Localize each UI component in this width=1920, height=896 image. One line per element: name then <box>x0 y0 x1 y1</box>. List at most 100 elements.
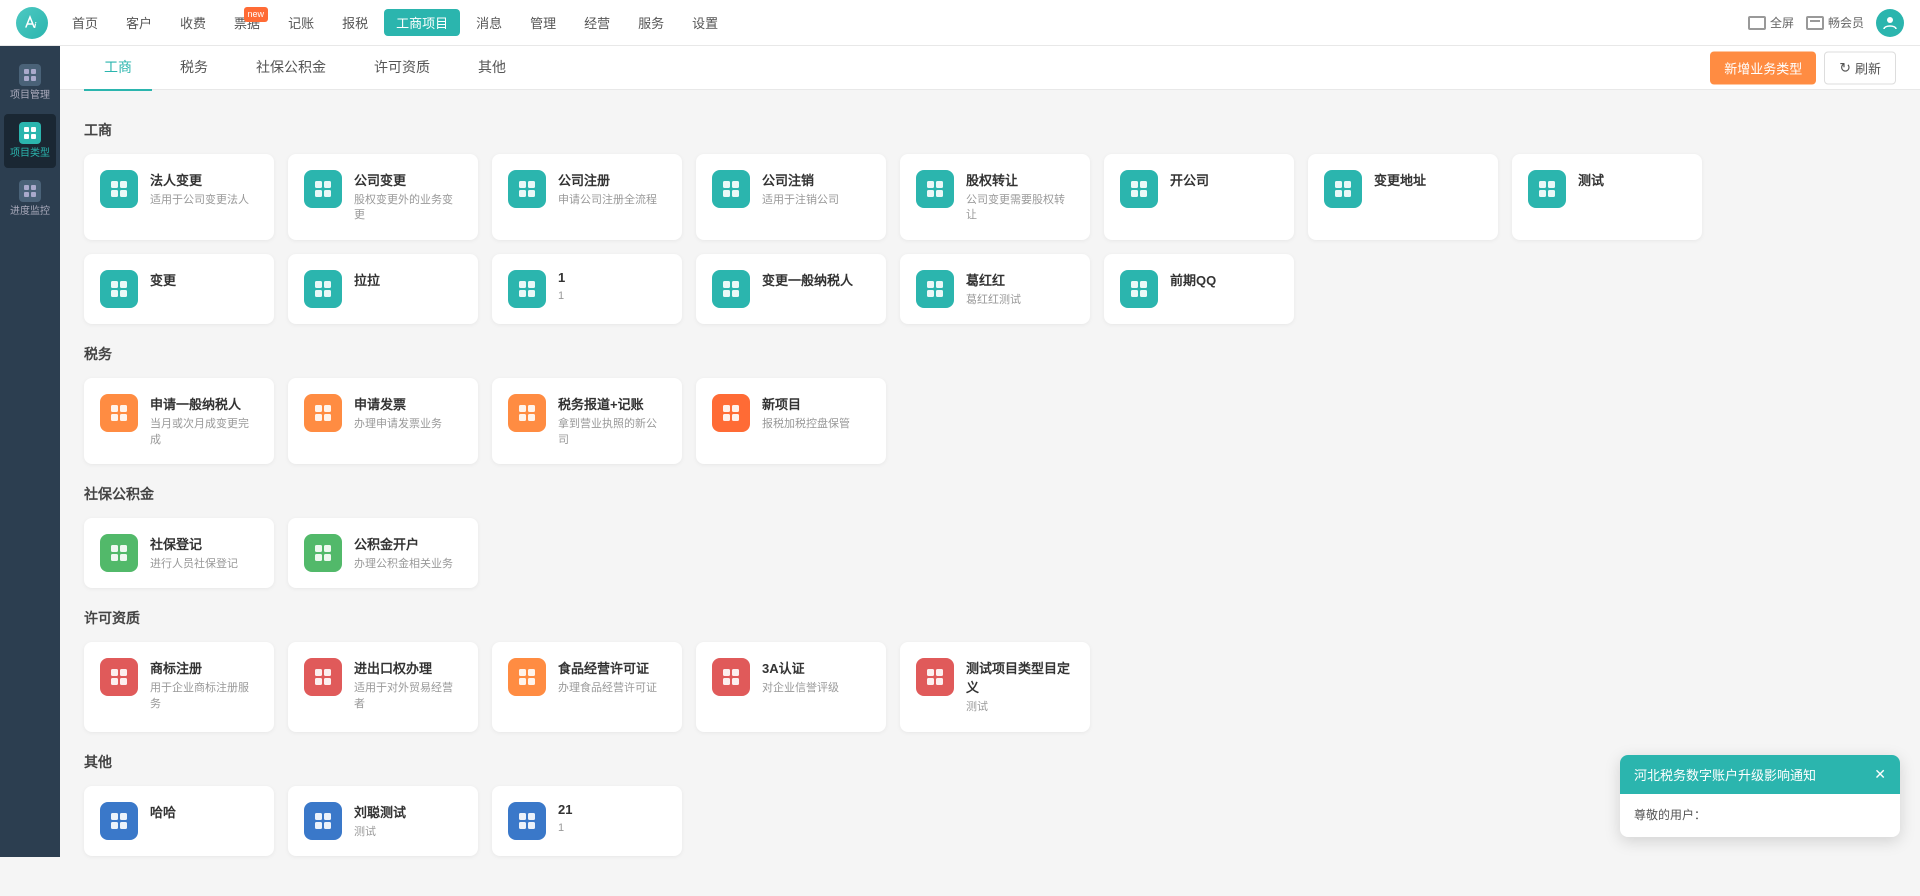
card-变更[interactable]: 变更 <box>84 254 274 324</box>
card-公积金开户[interactable]: 公积金开户办理公积金相关业务 <box>288 518 478 588</box>
subtab-社保公积金[interactable]: 社保公积金 <box>236 45 346 91</box>
card-公司注销[interactable]: 公司注销适用于注销公司 <box>696 154 886 240</box>
card-21[interactable]: 211 <box>492 786 682 856</box>
card-进出口权办理[interactable]: 进出口权办理适用于对外贸易经营者 <box>288 642 478 731</box>
card-title: 法人变更 <box>150 170 258 189</box>
nav-item-首页[interactable]: 首页 <box>60 9 110 36</box>
card-desc: 1 <box>558 289 666 304</box>
card-text: 刘聪测试测试 <box>354 802 462 840</box>
new-type-button[interactable]: 新增业务类型 <box>1710 51 1816 84</box>
card-商标注册[interactable]: 商标注册用于企业商标注册服务 <box>84 642 274 731</box>
card-测试项目类型目定义[interactable]: 测试项目类型目定义测试 <box>900 642 1090 731</box>
sidebar-item-label: 进度监控 <box>10 206 50 218</box>
card-icon <box>508 270 546 308</box>
card-title: 3A认证 <box>762 658 870 677</box>
nav-item-记账[interactable]: 记账 <box>276 9 326 36</box>
card-测试[interactable]: 测试 <box>1512 154 1702 240</box>
nav-item-报税[interactable]: 报税 <box>330 9 380 36</box>
card-title: 申请发票 <box>354 394 462 413</box>
card-icon <box>100 802 138 840</box>
card-税务报道+记账[interactable]: 税务报道+记账拿到营业执照的新公司 <box>492 378 682 464</box>
card-text: 211 <box>558 802 666 836</box>
nav-item-收费[interactable]: 收费 <box>168 9 218 36</box>
card-法人变更[interactable]: 法人变更适用于公司变更法人 <box>84 154 274 240</box>
card-text: 拉拉 <box>354 270 462 293</box>
member-button[interactable]: 畅会员 <box>1806 14 1864 31</box>
refresh-label: 刷新 <box>1855 58 1881 77</box>
card-icon <box>916 270 954 308</box>
card-icon <box>1120 270 1158 308</box>
card-icon <box>304 534 342 572</box>
card-desc: 测试 <box>966 700 1074 715</box>
nav-menu: 首页客户收费票据new记账报税工商项目消息管理经营服务设置 <box>60 9 1748 36</box>
card-desc: 申请公司注册全流程 <box>558 193 666 208</box>
card-申请发票[interactable]: 申请发票办理申请发票业务 <box>288 378 478 464</box>
nav-item-客户[interactable]: 客户 <box>114 9 164 36</box>
notification-body: 尊敬的用户： <box>1620 794 1900 837</box>
nav-item-设置[interactable]: 设置 <box>680 9 730 36</box>
card-前期QQ[interactable]: 前期QQ <box>1104 254 1294 324</box>
cards-grid-社保公积金: 社保登记进行人员社保登记公积金开户办理公积金相关业务 <box>84 518 1896 588</box>
member-icon <box>1806 16 1824 30</box>
fullscreen-button[interactable]: 全屏 <box>1748 14 1794 31</box>
card-拉拉[interactable]: 拉拉 <box>288 254 478 324</box>
card-title: 测试项目类型目定义 <box>966 658 1074 696</box>
card-text: 哈哈 <box>150 802 258 825</box>
subtab-工商[interactable]: 工商 <box>84 45 152 91</box>
sidebar-icon <box>19 122 41 144</box>
app-logo: i <box>16 7 48 39</box>
card-text: 公司注册申请公司注册全流程 <box>558 170 666 208</box>
card-icon <box>508 802 546 840</box>
nav-item-管理[interactable]: 管理 <box>518 9 568 36</box>
card-葛红红[interactable]: 葛红红葛红红测试 <box>900 254 1090 324</box>
nav-item-消息[interactable]: 消息 <box>464 9 514 36</box>
subtab-其他[interactable]: 其他 <box>458 45 526 91</box>
nav-item-票据[interactable]: 票据new <box>222 9 272 36</box>
card-社保登记[interactable]: 社保登记进行人员社保登记 <box>84 518 274 588</box>
card-desc: 测试 <box>354 825 462 840</box>
card-icon <box>1120 170 1158 208</box>
card-desc: 拿到营业执照的新公司 <box>558 417 666 448</box>
card-新项目[interactable]: 新项目报税加税控盘保管 <box>696 378 886 464</box>
section-title-许可资质: 许可资质 <box>84 608 1896 628</box>
subtab-税务[interactable]: 税务 <box>160 45 228 91</box>
card-申请一般纳税人[interactable]: 申请一般纳税人当月或次月成变更完成 <box>84 378 274 464</box>
sidebar-item-项目类型[interactable]: 项目类型 <box>4 114 56 168</box>
card-title: 1 <box>558 270 666 285</box>
card-title: 公司注销 <box>762 170 870 189</box>
card-title: 拉拉 <box>354 270 462 289</box>
sidebar-item-进度监控[interactable]: 进度监控 <box>4 172 56 226</box>
notification-title: 河北税务数字账户升级影响通知 <box>1634 765 1816 784</box>
card-食品经营许可证[interactable]: 食品经营许可证办理食品经营许可证 <box>492 642 682 731</box>
notification-close-button[interactable]: ✕ <box>1874 766 1886 783</box>
card-title: 食品经营许可证 <box>558 658 666 677</box>
card-股权转让[interactable]: 股权转让公司变更需要股权转让 <box>900 154 1090 240</box>
card-变更一般纳税人[interactable]: 变更一般纳税人 <box>696 254 886 324</box>
card-公司注册[interactable]: 公司注册申请公司注册全流程 <box>492 154 682 240</box>
card-刘聪测试[interactable]: 刘聪测试测试 <box>288 786 478 856</box>
card-desc: 股权变更外的业务变更 <box>354 193 462 224</box>
nav-item-经营[interactable]: 经营 <box>572 9 622 36</box>
card-icon <box>712 658 750 696</box>
sidebar-item-项目管理[interactable]: 项目管理 <box>4 56 56 110</box>
card-公司变更[interactable]: 公司变更股权变更外的业务变更 <box>288 154 478 240</box>
card-icon <box>508 394 546 432</box>
card-1[interactable]: 11 <box>492 254 682 324</box>
user-avatar[interactable] <box>1876 9 1904 37</box>
refresh-button[interactable]: ↻ 刷新 <box>1824 51 1896 84</box>
card-icon <box>100 658 138 696</box>
card-text: 公司变更股权变更外的业务变更 <box>354 170 462 224</box>
card-text: 变更一般纳税人 <box>762 270 870 293</box>
card-desc: 适用于注销公司 <box>762 193 870 208</box>
card-变更地址[interactable]: 变更地址 <box>1308 154 1498 240</box>
card-icon <box>1324 170 1362 208</box>
card-哈哈[interactable]: 哈哈 <box>84 786 274 856</box>
nav-item-服务[interactable]: 服务 <box>626 9 676 36</box>
sidebar-icon <box>19 64 41 86</box>
subtab-许可资质[interactable]: 许可资质 <box>354 45 450 91</box>
card-开公司[interactable]: 开公司 <box>1104 154 1294 240</box>
card-text: 进出口权办理适用于对外贸易经营者 <box>354 658 462 712</box>
card-icon <box>100 170 138 208</box>
nav-item-工商项目[interactable]: 工商项目 <box>384 9 460 36</box>
card-3A认证[interactable]: 3A认证对企业信誉评级 <box>696 642 886 731</box>
